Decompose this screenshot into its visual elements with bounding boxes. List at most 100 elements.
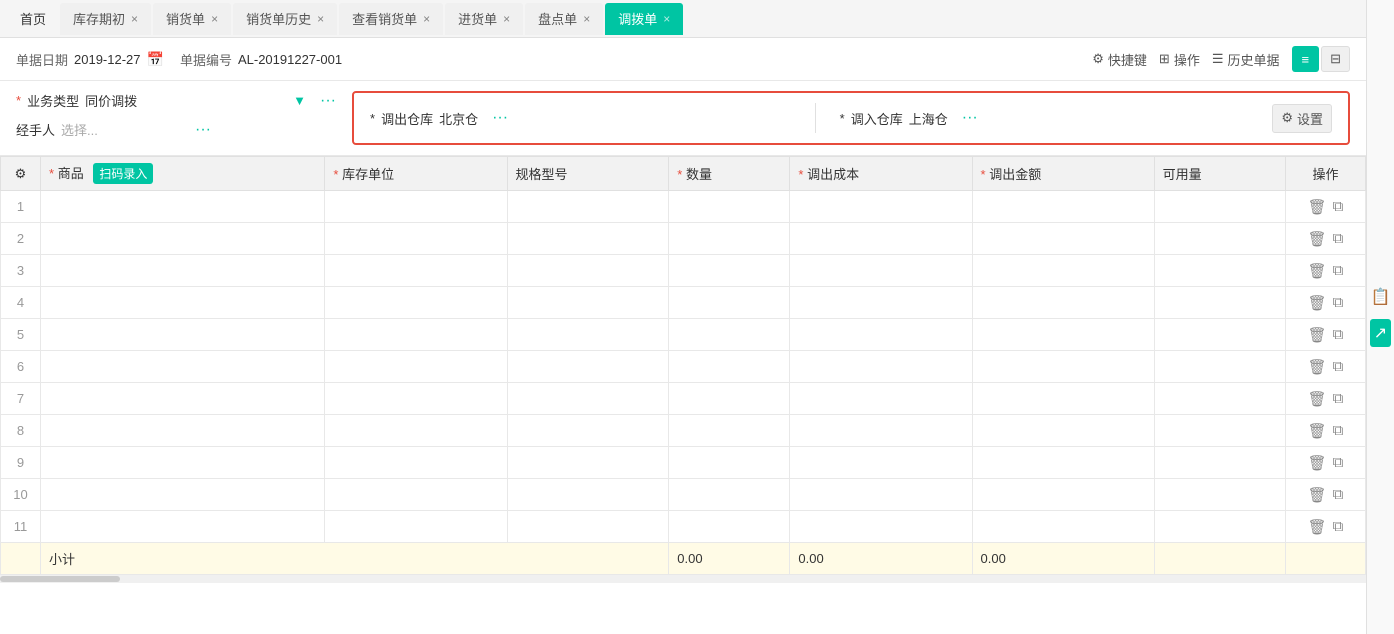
qty-2[interactable] (669, 223, 790, 255)
copy-row-8-icon[interactable]: ⧉ (1333, 422, 1344, 440)
spec-7[interactable] (507, 383, 669, 415)
avail-6[interactable] (1154, 351, 1285, 383)
tab-sales-history[interactable]: 销货单历史 × (233, 3, 337, 35)
spec-2[interactable] (507, 223, 669, 255)
cost-7[interactable] (790, 383, 972, 415)
close-tab-transfer-order[interactable]: × (663, 12, 670, 26)
product-6[interactable] (41, 351, 325, 383)
business-type-value[interactable]: 同价调拨 (85, 91, 205, 110)
copy-row-11-icon[interactable]: ⧉ (1333, 518, 1344, 536)
copy-row-2-icon[interactable]: ⧉ (1333, 230, 1344, 248)
qty-1[interactable] (669, 191, 790, 223)
qty-11[interactable] (669, 511, 790, 543)
in-warehouse-value[interactable]: 上海仓 (909, 109, 948, 128)
scrollbar-thumb[interactable] (0, 576, 120, 582)
product-11[interactable] (41, 511, 325, 543)
copy-row-3-icon[interactable]: ⧉ (1333, 262, 1344, 280)
amount-7[interactable] (972, 383, 1154, 415)
business-type-more-icon[interactable]: ··· (320, 92, 336, 110)
product-1[interactable] (41, 191, 325, 223)
amount-1[interactable] (972, 191, 1154, 223)
product-9[interactable] (41, 447, 325, 479)
spec-5[interactable] (507, 319, 669, 351)
tab-view-sales[interactable]: 查看销货单 × (339, 3, 443, 35)
business-type-dropdown-icon[interactable]: ▼ (293, 93, 306, 108)
amount-4[interactable] (972, 287, 1154, 319)
handler-value[interactable]: 选择... (61, 120, 181, 139)
cost-5[interactable] (790, 319, 972, 351)
amount-5[interactable] (972, 319, 1154, 351)
amount-2[interactable] (972, 223, 1154, 255)
close-tab-sales-history[interactable]: × (317, 12, 324, 26)
product-2[interactable] (41, 223, 325, 255)
handler-more-icon[interactable]: ··· (195, 121, 211, 139)
sidebar-external-icon[interactable]: ↗ (1370, 319, 1391, 347)
delete-row-10-icon[interactable]: 🗑 (1308, 486, 1327, 504)
copy-row-9-icon[interactable]: ⧉ (1333, 454, 1344, 472)
spec-11[interactable] (507, 511, 669, 543)
product-8[interactable] (41, 415, 325, 447)
out-warehouse-value[interactable]: 北京仓 (439, 109, 478, 128)
avail-10[interactable] (1154, 479, 1285, 511)
cost-6[interactable] (790, 351, 972, 383)
delete-row-9-icon[interactable]: 🗑 (1308, 454, 1327, 472)
amount-3[interactable] (972, 255, 1154, 287)
delete-row-6-icon[interactable]: 🗑 (1308, 358, 1327, 376)
tab-home[interactable]: 首页 (8, 3, 58, 35)
copy-row-10-icon[interactable]: ⧉ (1333, 486, 1344, 504)
avail-8[interactable] (1154, 415, 1285, 447)
amount-11[interactable] (972, 511, 1154, 543)
spec-9[interactable] (507, 447, 669, 479)
copy-row-4-icon[interactable]: ⧉ (1333, 294, 1344, 312)
grid-view-btn[interactable]: ⊟ (1321, 46, 1350, 72)
tab-purchase-order[interactable]: 进货单 × (445, 3, 523, 35)
close-tab-sales-order[interactable]: × (211, 12, 218, 26)
qty-4[interactable] (669, 287, 790, 319)
delete-row-3-icon[interactable]: 🗑 (1308, 262, 1327, 280)
avail-9[interactable] (1154, 447, 1285, 479)
close-tab-purchase-order[interactable]: × (503, 12, 510, 26)
cost-1[interactable] (790, 191, 972, 223)
out-warehouse-more-icon[interactable]: ··· (492, 109, 508, 127)
unit-5[interactable] (325, 319, 507, 351)
product-10[interactable] (41, 479, 325, 511)
qty-7[interactable] (669, 383, 790, 415)
delete-row-11-icon[interactable]: 🗑 (1308, 518, 1327, 536)
close-tab-inventory-init[interactable]: × (131, 12, 138, 26)
qty-10[interactable] (669, 479, 790, 511)
tab-transfer-order[interactable]: 调拨单 × (605, 3, 683, 35)
cost-3[interactable] (790, 255, 972, 287)
cost-11[interactable] (790, 511, 972, 543)
close-tab-view-sales[interactable]: × (423, 12, 430, 26)
avail-11[interactable] (1154, 511, 1285, 543)
horizontal-scrollbar[interactable] (0, 575, 1366, 583)
copy-row-1-icon[interactable]: ⧉ (1333, 198, 1344, 216)
spec-3[interactable] (507, 255, 669, 287)
unit-9[interactable] (325, 447, 507, 479)
delete-row-5-icon[interactable]: 🗑 (1308, 326, 1327, 344)
amount-8[interactable] (972, 415, 1154, 447)
cost-9[interactable] (790, 447, 972, 479)
unit-6[interactable] (325, 351, 507, 383)
amount-10[interactable] (972, 479, 1154, 511)
copy-row-6-icon[interactable]: ⧉ (1333, 358, 1344, 376)
qty-9[interactable] (669, 447, 790, 479)
cost-4[interactable] (790, 287, 972, 319)
scan-input-btn[interactable]: 扫码录入 (93, 163, 153, 184)
avail-7[interactable] (1154, 383, 1285, 415)
operation-btn[interactable]: ⊞ 操作 (1159, 50, 1200, 69)
spec-4[interactable] (507, 287, 669, 319)
avail-2[interactable] (1154, 223, 1285, 255)
unit-10[interactable] (325, 479, 507, 511)
unit-3[interactable] (325, 255, 507, 287)
sidebar-doc-icon[interactable]: 📋 (1371, 287, 1391, 307)
amount-6[interactable] (972, 351, 1154, 383)
unit-4[interactable] (325, 287, 507, 319)
qty-6[interactable] (669, 351, 790, 383)
history-btn[interactable]: ☰ 历史单据 (1212, 50, 1280, 69)
avail-1[interactable] (1154, 191, 1285, 223)
qty-5[interactable] (669, 319, 790, 351)
delete-row-4-icon[interactable]: 🗑 (1308, 294, 1327, 312)
amount-9[interactable] (972, 447, 1154, 479)
settings-btn[interactable]: ⚙ 设置 (1272, 104, 1332, 133)
